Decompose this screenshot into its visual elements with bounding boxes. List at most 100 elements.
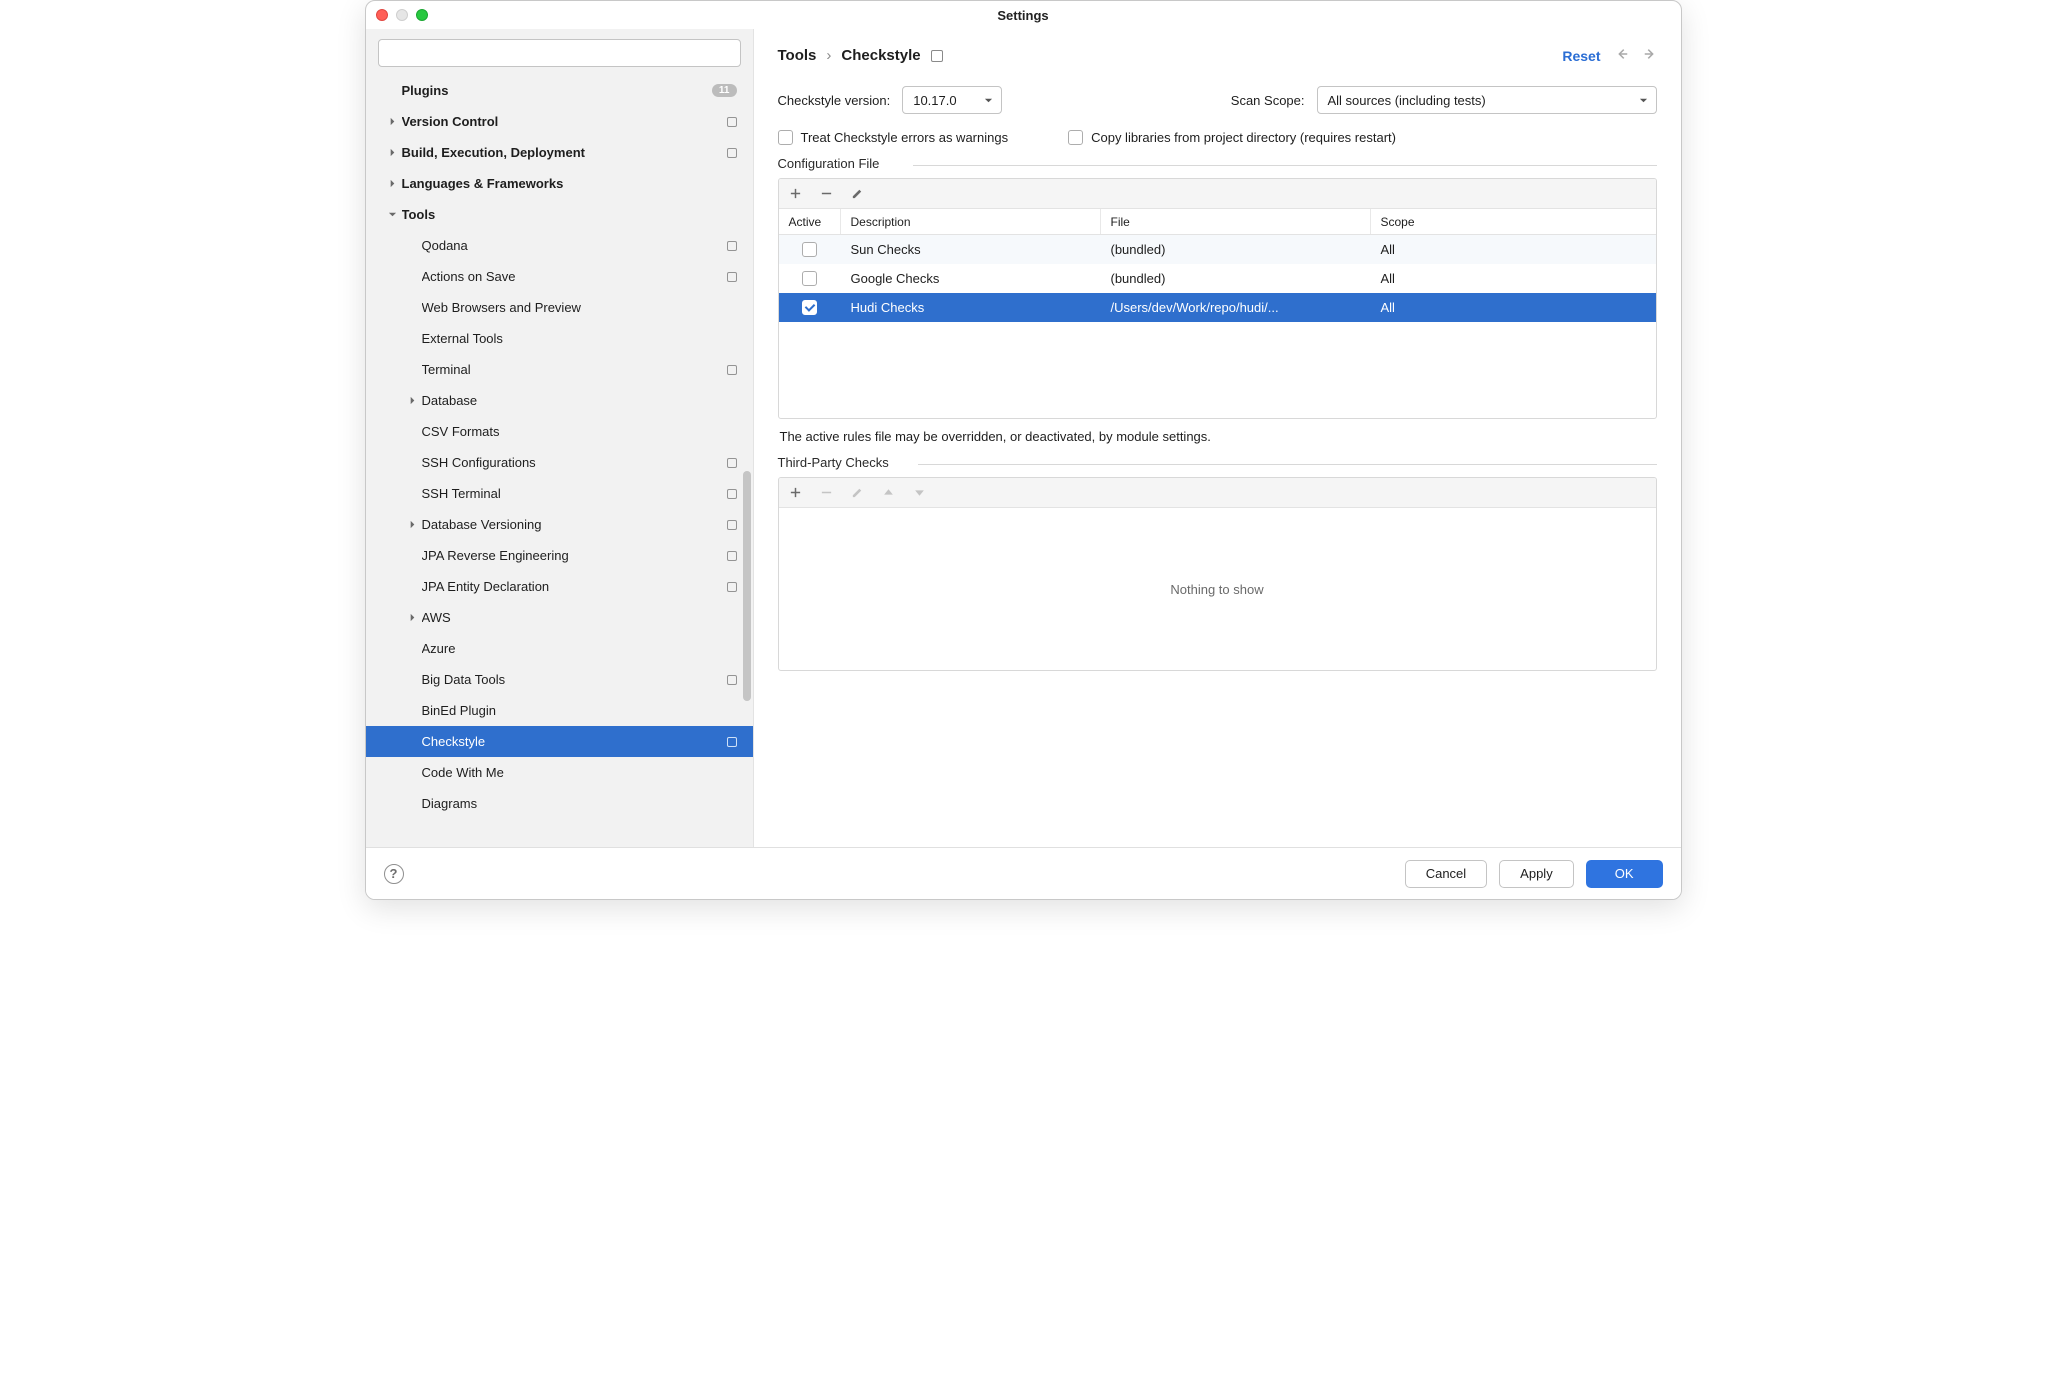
reset-button[interactable]: Reset	[1562, 48, 1600, 64]
sidebar-item-label: SSH Terminal	[422, 486, 721, 501]
sidebar-item-aws[interactable]: AWS	[366, 602, 753, 633]
sidebar-item-azure[interactable]: Azure	[366, 633, 753, 664]
sidebar-item-label: Plugins	[402, 83, 712, 98]
sidebar-item-label: BinEd Plugin	[422, 703, 737, 718]
settings-window: Settings Plugins11Version ControlBuild, …	[365, 0, 1682, 900]
sidebar-item-label: Actions on Save	[422, 269, 721, 284]
sidebar-item-plugins[interactable]: Plugins11	[366, 75, 753, 106]
project-scope-icon	[727, 458, 737, 468]
sidebar-item-ssh-terminal[interactable]: SSH Terminal	[366, 478, 753, 509]
sidebar-item-label: External Tools	[422, 331, 737, 346]
add-button[interactable]	[789, 486, 802, 499]
sidebar-item-build-execution-deployment[interactable]: Build, Execution, Deployment	[366, 137, 753, 168]
version-label: Checkstyle version:	[778, 93, 891, 108]
sidebar-item-label: Languages & Frameworks	[402, 176, 737, 191]
chevron-down-icon	[1639, 93, 1648, 108]
sidebar-item-big-data-tools[interactable]: Big Data Tools	[366, 664, 753, 695]
sidebar-item-ssh-configurations[interactable]: SSH Configurations	[366, 447, 753, 478]
sidebar-item-bined-plugin[interactable]: BinEd Plugin	[366, 695, 753, 726]
checkbox-icon	[1068, 130, 1083, 145]
chevron-down-icon[interactable]	[384, 210, 402, 219]
sidebar-item-qodana[interactable]: Qodana	[366, 230, 753, 261]
version-select[interactable]: 10.17.0	[902, 86, 1002, 114]
nav-forward-icon[interactable]	[1643, 47, 1657, 64]
row-active-checkbox[interactable]	[802, 300, 817, 315]
sidebar-item-diagrams[interactable]: Diagrams	[366, 788, 753, 819]
sidebar-item-tools[interactable]: Tools	[366, 199, 753, 230]
chevron-right-icon[interactable]	[384, 148, 402, 157]
col-file[interactable]: File	[1101, 209, 1371, 234]
sidebar-item-label: Tools	[402, 207, 737, 222]
sidebar-item-label: Terminal	[422, 362, 721, 377]
row-scope: All	[1371, 242, 1656, 257]
row-scope: All	[1371, 271, 1656, 286]
chevron-right-icon[interactable]	[404, 396, 422, 405]
chevron-right-icon[interactable]	[404, 613, 422, 622]
sidebar-item-version-control[interactable]: Version Control	[366, 106, 753, 137]
sidebar-item-code-with-me[interactable]: Code With Me	[366, 757, 753, 788]
sidebar-item-terminal[interactable]: Terminal	[366, 354, 753, 385]
scope-select[interactable]: All sources (including tests)	[1317, 86, 1657, 114]
sidebar-item-actions-on-save[interactable]: Actions on Save	[366, 261, 753, 292]
col-description[interactable]: Description	[841, 209, 1101, 234]
sidebar-item-label: AWS	[422, 610, 737, 625]
table-row[interactable]: Google Checks(bundled)All	[779, 264, 1656, 293]
project-scope-icon	[727, 241, 737, 251]
chevron-down-icon	[984, 93, 993, 108]
apply-button[interactable]: Apply	[1499, 860, 1574, 888]
window-title: Settings	[366, 8, 1681, 23]
breadcrumb-root[interactable]: Tools	[778, 47, 817, 64]
move-up-button	[882, 486, 895, 499]
chevron-right-icon[interactable]	[384, 179, 402, 188]
search-input[interactable]	[378, 39, 741, 67]
sidebar-item-checkstyle[interactable]: Checkstyle	[366, 726, 753, 757]
col-active[interactable]: Active	[779, 209, 841, 234]
sidebar-item-database-versioning[interactable]: Database Versioning	[366, 509, 753, 540]
sidebar-item-jpa-entity-declaration[interactable]: JPA Entity Declaration	[366, 571, 753, 602]
ok-button[interactable]: OK	[1586, 860, 1663, 888]
row-active-checkbox[interactable]	[802, 271, 817, 286]
sidebar-item-label: Web Browsers and Preview	[422, 300, 737, 315]
copy-libs-label: Copy libraries from project directory (r…	[1091, 130, 1396, 145]
row-active-checkbox[interactable]	[802, 242, 817, 257]
table-row[interactable]: Sun Checks(bundled)All	[779, 235, 1656, 264]
table-row[interactable]: Hudi Checks/Users/dev/Work/repo/hudi/...…	[779, 293, 1656, 322]
sidebar-item-label: Database	[422, 393, 737, 408]
chevron-right-icon[interactable]	[404, 520, 422, 529]
remove-button	[820, 486, 833, 499]
project-scope-icon	[727, 582, 737, 592]
table-header: Active Description File Scope	[779, 209, 1656, 235]
edit-button[interactable]	[851, 187, 864, 200]
cancel-button[interactable]: Cancel	[1405, 860, 1487, 888]
settings-tree[interactable]: Plugins11Version ControlBuild, Execution…	[366, 75, 753, 847]
chevron-right-icon[interactable]	[384, 117, 402, 126]
sidebar-item-label: Checkstyle	[422, 734, 721, 749]
sidebar-item-languages-frameworks[interactable]: Languages & Frameworks	[366, 168, 753, 199]
config-title: Configuration File	[778, 156, 888, 171]
scope-label: Scan Scope:	[1231, 93, 1305, 108]
sidebar-item-label: CSV Formats	[422, 424, 737, 439]
help-button[interactable]: ?	[384, 864, 404, 884]
sidebar-item-database[interactable]: Database	[366, 385, 753, 416]
version-value: 10.17.0	[913, 93, 956, 108]
sidebar-item-web-browsers-and-preview[interactable]: Web Browsers and Preview	[366, 292, 753, 323]
chevron-right-icon: ›	[826, 47, 831, 64]
sidebar-item-csv-formats[interactable]: CSV Formats	[366, 416, 753, 447]
project-scope-icon	[727, 737, 737, 747]
sidebar-item-label: Big Data Tools	[422, 672, 721, 687]
treat-errors-checkbox[interactable]: Treat Checkstyle errors as warnings	[778, 130, 1009, 145]
nav-back-icon[interactable]	[1615, 47, 1629, 64]
project-scope-icon	[727, 365, 737, 375]
sidebar-item-label: JPA Reverse Engineering	[422, 548, 721, 563]
sidebar-item-external-tools[interactable]: External Tools	[366, 323, 753, 354]
copy-libs-checkbox[interactable]: Copy libraries from project directory (r…	[1068, 130, 1396, 145]
add-button[interactable]	[789, 187, 802, 200]
col-scope[interactable]: Scope	[1371, 209, 1656, 234]
sidebar-item-jpa-reverse-engineering[interactable]: JPA Reverse Engineering	[366, 540, 753, 571]
row-description: Hudi Checks	[841, 300, 1101, 315]
row-file: (bundled)	[1101, 242, 1371, 257]
plugins-count-badge: 11	[712, 84, 737, 97]
config-table-body: Sun Checks(bundled)AllGoogle Checks(bund…	[779, 235, 1656, 322]
project-scope-icon	[727, 551, 737, 561]
remove-button[interactable]	[820, 187, 833, 200]
